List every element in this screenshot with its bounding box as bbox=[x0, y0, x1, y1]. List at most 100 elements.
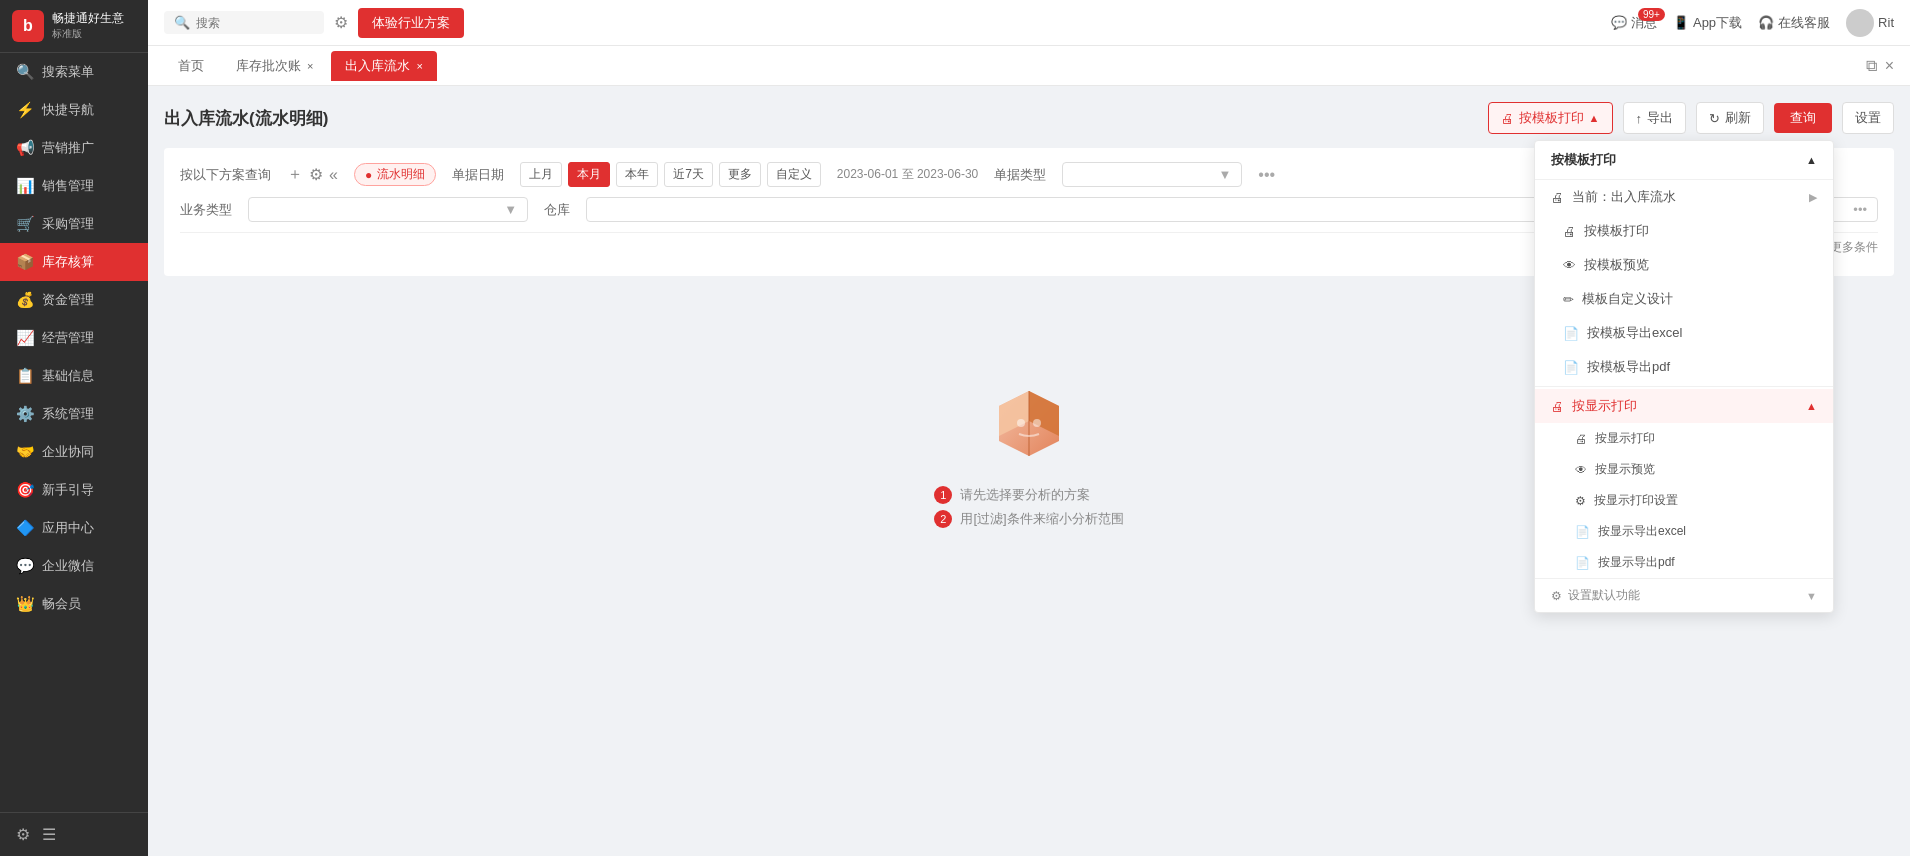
download-icon: 📱 bbox=[1673, 15, 1689, 30]
export-icon: ↑ bbox=[1636, 111, 1643, 126]
query-btn[interactable]: 查询 bbox=[1774, 103, 1832, 133]
template-print-item[interactable]: 🖨 按模板打印 bbox=[1535, 214, 1833, 248]
page-title: 出入库流水(流水明细) bbox=[164, 107, 328, 130]
restore-btn[interactable]: ⧉ bbox=[1866, 57, 1877, 75]
system-icon: ⚙️ bbox=[16, 405, 34, 423]
filter-tag-label: 流水明细 bbox=[377, 166, 425, 183]
biz-type-select[interactable]: ▼ bbox=[248, 197, 528, 222]
display-settings-item[interactable]: ⚙ 按显示打印设置 bbox=[1535, 485, 1833, 516]
print-btn[interactable]: 🖨 按模板打印 ▲ bbox=[1488, 102, 1613, 134]
sidebar-item-member[interactable]: 👑 畅会员 bbox=[0, 585, 148, 623]
display-group-header[interactable]: 🖨 按显示打印 ▲ bbox=[1535, 389, 1833, 423]
refresh-label: 刷新 bbox=[1725, 109, 1751, 127]
sidebar-item-marketing[interactable]: 📢 营销推广 bbox=[0, 129, 148, 167]
filter-tag-icon: ● bbox=[365, 168, 372, 182]
sidebar-item-apps[interactable]: 🔷 应用中心 bbox=[0, 509, 148, 547]
date-week7-btn[interactable]: 近7天 bbox=[664, 162, 713, 187]
search-input[interactable] bbox=[196, 16, 296, 30]
sidebar-item-label: 营销推广 bbox=[42, 139, 132, 157]
filter-settings-btn[interactable]: ⚙ bbox=[309, 165, 323, 184]
display-pdf-item[interactable]: 📄 按显示导出pdf bbox=[1535, 547, 1833, 578]
close-window-btn[interactable]: × bbox=[1885, 57, 1894, 75]
template-pdf-label: 按模板导出pdf bbox=[1587, 358, 1670, 376]
collapse-menu-icon[interactable]: ☰ bbox=[42, 825, 56, 844]
online-service-btn[interactable]: 🎧 在线客服 bbox=[1758, 14, 1830, 32]
template-custom-label: 模板自定义设计 bbox=[1582, 290, 1673, 308]
sidebar-item-quick-nav[interactable]: ⚡ 快捷导航 bbox=[0, 91, 148, 129]
user-name: Rit bbox=[1878, 15, 1894, 30]
more-icon: ••• bbox=[1853, 202, 1867, 217]
display-excel-item[interactable]: 📄 按显示导出excel bbox=[1535, 516, 1833, 547]
refresh-btn[interactable]: ↻ 刷新 bbox=[1696, 102, 1764, 134]
sidebar-item-label: 经营管理 bbox=[42, 329, 132, 347]
template-excel-item[interactable]: 📄 按模板导出excel bbox=[1535, 316, 1833, 350]
settings-icon[interactable]: ⚙ bbox=[16, 825, 30, 844]
export-btn[interactable]: ↑ 导出 bbox=[1623, 102, 1687, 134]
active-filter-tag[interactable]: ● 流水明细 bbox=[354, 163, 436, 186]
settings-btn[interactable]: 设置 bbox=[1842, 102, 1894, 134]
tab-flow[interactable]: 出入库流水 × bbox=[331, 51, 436, 81]
current-template-item[interactable]: 🖨 当前：出入库流水 ▶ bbox=[1535, 180, 1833, 214]
template-preview-item[interactable]: 👁 按模板预览 bbox=[1535, 248, 1833, 282]
marketing-icon: 📢 bbox=[16, 139, 34, 157]
template-print-label: 按模板打印 bbox=[1584, 222, 1649, 240]
date-current-btn[interactable]: 本月 bbox=[568, 162, 610, 187]
sidebar: b 畅捷通好生意 标准版 🔍 搜索菜单 ⚡ 快捷导航 📢 营销推广 📊 销售管理… bbox=[0, 0, 148, 856]
sidebar-item-finance[interactable]: 💰 资金管理 bbox=[0, 281, 148, 319]
dropdown-title: 按模板打印 bbox=[1551, 151, 1616, 169]
sidebar-item-sales[interactable]: 📊 销售管理 bbox=[0, 167, 148, 205]
date-custom-btn[interactable]: 自定义 bbox=[767, 162, 821, 187]
quick-nav-icon: ⚡ bbox=[16, 101, 34, 119]
sidebar-item-label: 系统管理 bbox=[42, 405, 132, 423]
display-print-item[interactable]: 🖨 按显示打印 bbox=[1535, 423, 1833, 454]
member-icon: 👑 bbox=[16, 595, 34, 613]
display-preview-item[interactable]: 👁 按显示预览 bbox=[1535, 454, 1833, 485]
date-prev-btn[interactable]: 上月 bbox=[520, 162, 562, 187]
sidebar-item-collab[interactable]: 🤝 企业协同 bbox=[0, 433, 148, 471]
topbar-search-wrap[interactable]: 🔍 bbox=[164, 11, 324, 34]
app-download-label: App下载 bbox=[1693, 14, 1742, 32]
template-preview-icon: 👁 bbox=[1563, 258, 1576, 273]
industry-btn[interactable]: 体验行业方案 bbox=[358, 8, 464, 38]
template-pdf-item[interactable]: 📄 按模板导出pdf bbox=[1535, 350, 1833, 384]
sidebar-item-label: 资金管理 bbox=[42, 291, 132, 309]
date-label: 单据日期 bbox=[452, 166, 504, 184]
message-btn[interactable]: 💬 消息 99+ bbox=[1611, 14, 1657, 32]
tab-actions: ⧉ × bbox=[1866, 57, 1894, 75]
date-year-btn[interactable]: 本年 bbox=[616, 162, 658, 187]
sidebar-item-search[interactable]: 🔍 搜索菜单 bbox=[0, 53, 148, 91]
dropdown-footer[interactable]: ⚙ 设置默认功能 ▼ bbox=[1535, 578, 1833, 612]
message-badge: 99+ bbox=[1638, 8, 1665, 21]
filter-add-btn[interactable]: ＋ bbox=[287, 164, 303, 185]
sidebar-item-label: 搜索菜单 bbox=[42, 63, 132, 81]
sidebar-item-inventory[interactable]: 📦 库存核算 bbox=[0, 243, 148, 281]
chevron-right-icon: ▶ bbox=[1809, 191, 1817, 204]
sidebar-item-basic[interactable]: 📋 基础信息 bbox=[0, 357, 148, 395]
sidebar-item-operations[interactable]: 📈 经营管理 bbox=[0, 319, 148, 357]
doc-type-more-btn[interactable]: ••• bbox=[1258, 166, 1275, 184]
apps-icon: 🔷 bbox=[16, 519, 34, 537]
sidebar-item-purchase[interactable]: 🛒 采购管理 bbox=[0, 205, 148, 243]
tab-close-active-btn[interactable]: × bbox=[416, 60, 422, 72]
sidebar-item-label: 库存核算 bbox=[42, 253, 132, 271]
sidebar-item-guide[interactable]: 🎯 新手引导 bbox=[0, 471, 148, 509]
display-print-label: 按显示打印 bbox=[1595, 430, 1655, 447]
tab-close-btn[interactable]: × bbox=[307, 60, 313, 72]
sidebar-item-wechat[interactable]: 💬 企业微信 bbox=[0, 547, 148, 585]
wechat-icon: 💬 bbox=[16, 557, 34, 575]
template-custom-item[interactable]: ✏ 模板自定义设计 bbox=[1535, 282, 1833, 316]
sidebar-item-label: 销售管理 bbox=[42, 177, 132, 195]
date-more-btn[interactable]: 更多 bbox=[719, 162, 761, 187]
filter-collapse-btn[interactable]: « bbox=[329, 166, 338, 184]
page-toolbar: 🖨 按模板打印 ▲ ↑ 导出 ↻ 刷新 查询 设置 按模板打印 bbox=[1488, 102, 1894, 134]
purchase-icon: 🛒 bbox=[16, 215, 34, 233]
dropdown-collapse-icon[interactable]: ▲ bbox=[1806, 154, 1817, 166]
finance-icon: 💰 bbox=[16, 291, 34, 309]
tab-home[interactable]: 首页 bbox=[164, 51, 218, 81]
settings-icon[interactable]: ⚙ bbox=[334, 13, 348, 32]
app-download-btn[interactable]: 📱 App下载 bbox=[1673, 14, 1742, 32]
doc-type-select[interactable]: ▼ bbox=[1062, 162, 1242, 187]
sidebar-item-system[interactable]: ⚙️ 系统管理 bbox=[0, 395, 148, 433]
tab-batch-account[interactable]: 库存批次账 × bbox=[222, 51, 327, 81]
user-avatar-btn[interactable]: Rit bbox=[1846, 9, 1894, 37]
